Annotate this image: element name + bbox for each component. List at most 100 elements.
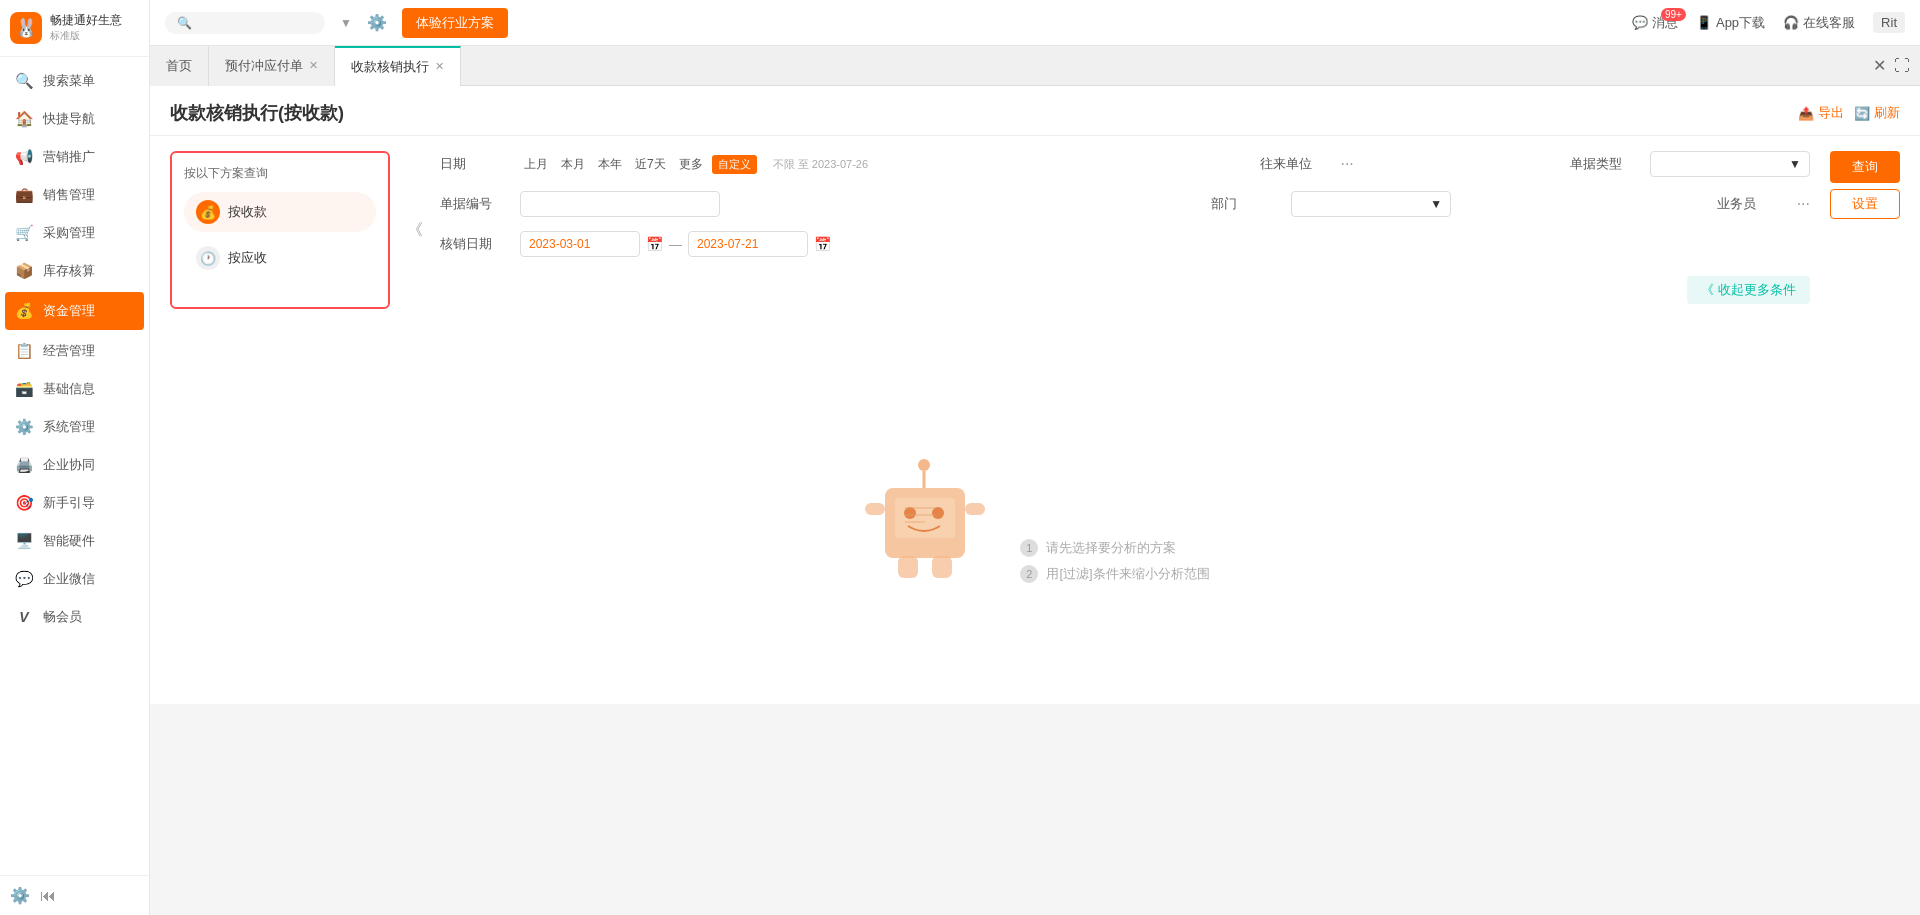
date-quick-btns: 上月 本月 本年 近7天 更多 自定义 [520, 154, 757, 175]
basic-icon: 🗃️ [15, 380, 33, 398]
tab-receipts[interactable]: 收款核销执行 ✕ [335, 46, 461, 86]
finance-icon: 💰 [15, 302, 33, 320]
marketing-icon: 📢 [15, 148, 33, 166]
industry-solution-button[interactable]: 体验行业方案 [402, 8, 508, 38]
sidebar-item-hardware[interactable]: 🖥️ 智能硬件 [0, 522, 149, 560]
search-icon: 🔍 [177, 16, 192, 30]
sidebar-item-inventory[interactable]: 📦 库存核算 [0, 252, 149, 290]
sidebar-label-search: 搜索菜单 [43, 72, 95, 90]
filter-area: 按以下方案查询 💰 按收款 🕐 按应收 《 日期 [150, 136, 1920, 324]
date-quick-this-year[interactable]: 本年 [594, 154, 626, 175]
counterparty-more-icon[interactable]: ··· [1340, 155, 1353, 173]
cooperation-icon: 🖨️ [15, 456, 33, 474]
writeoff-end-calendar-icon[interactable]: 📅 [814, 236, 831, 252]
filter-option-by-receipt[interactable]: 💰 按收款 [184, 192, 376, 232]
collapse-chevron-icon: 《 [1701, 281, 1714, 299]
settings-icon[interactable]: ⚙️ [10, 886, 30, 905]
date-quick-7days[interactable]: 近7天 [631, 154, 670, 175]
voucher-type-label: 单据类型 [1570, 155, 1630, 173]
system-icon: ⚙️ [15, 418, 33, 436]
writeoff-end-input[interactable] [688, 231, 808, 257]
filter-option-by-receivable-label: 按应收 [228, 249, 267, 267]
empty-content: 1 请先选择要分析的方案 2 用[过滤]条件来缩小分析范围 [860, 438, 1209, 591]
sidebar-item-system[interactable]: ⚙️ 系统管理 [0, 408, 149, 446]
query-button[interactable]: 查询 [1830, 151, 1900, 183]
salesperson-more-icon[interactable]: ··· [1797, 195, 1810, 213]
message-icon: 💬 [1632, 15, 1648, 30]
sidebar-menu: 🔍 搜索菜单 🏠 快捷导航 📢 营销推广 💼 销售管理 🛒 采购管理 📦 库存核… [0, 57, 149, 875]
step-1-number: 1 [1020, 539, 1038, 557]
tabs-right-actions: ✕ ⛶ [1873, 56, 1920, 75]
date-custom-tag[interactable]: 自定义 [712, 155, 757, 174]
sidebar-item-operations[interactable]: 📋 经营管理 [0, 332, 149, 370]
tab-close-button[interactable]: ✕ [1873, 56, 1886, 75]
export-icon: 📤 [1798, 106, 1814, 121]
refresh-button[interactable]: 🔄 刷新 [1854, 104, 1900, 122]
tab-receipts-label: 收款核销执行 [351, 58, 429, 76]
sidebar-item-basic[interactable]: 🗃️ 基础信息 [0, 370, 149, 408]
date-label: 日期 [440, 155, 500, 173]
collapse-more: 《 收起更多条件 [440, 271, 1810, 309]
topbar: 🔍 ▼ ⚙️ 体验行业方案 💬 消息 99+ 📱 App下载 🎧 在线客服 Ri… [150, 0, 1920, 46]
refresh-label: 刷新 [1874, 104, 1900, 122]
date-quick-last-month[interactable]: 上月 [520, 154, 552, 175]
operations-icon: 📋 [15, 342, 33, 360]
voucher-type-select[interactable]: ▼ [1650, 151, 1810, 177]
sidebar-item-shortcut[interactable]: 🏠 快捷导航 [0, 100, 149, 138]
filter-sidebar-title: 按以下方案查询 [184, 165, 376, 182]
department-chevron-icon: ▼ [1430, 197, 1442, 211]
sidebar-label-cooperation: 企业协同 [43, 456, 95, 474]
sidebar-item-wechat[interactable]: 💬 企业微信 [0, 560, 149, 598]
sidebar-label-hardware: 智能硬件 [43, 532, 95, 550]
sidebar-item-finance[interactable]: 💰 资金管理 [5, 292, 144, 330]
topbar-online-service[interactable]: 🎧 在线客服 [1783, 14, 1855, 32]
tab-expand-button[interactable]: ⛶ [1894, 57, 1910, 75]
writeoff-start-input[interactable] [520, 231, 640, 257]
svg-point-3 [932, 507, 944, 519]
topbar-gear-icon[interactable]: ⚙️ [367, 13, 387, 32]
writeoff-start-calendar-icon[interactable]: 📅 [646, 236, 663, 252]
sidebar-item-marketing[interactable]: 📢 营销推广 [0, 138, 149, 176]
filter-settings-button[interactable]: 设置 [1830, 189, 1900, 219]
filter-collapse-button[interactable]: 《 [405, 151, 425, 309]
topbar-user[interactable]: Rit [1873, 12, 1905, 33]
sidebar-item-search[interactable]: 🔍 搜索菜单 [0, 62, 149, 100]
tab-receipts-close-icon[interactable]: ✕ [435, 60, 444, 73]
sidebar-item-sales[interactable]: 💼 销售管理 [0, 176, 149, 214]
sidebar-label-wechat: 企业微信 [43, 570, 95, 588]
filter-option-by-receivable[interactable]: 🕐 按应收 [184, 238, 376, 278]
export-label: 导出 [1818, 104, 1844, 122]
content-area: 收款核销执行(按收款) 📤 导出 🔄 刷新 按以下方案查询 💰 按收款 [150, 86, 1920, 915]
collapse-more-button[interactable]: 《 收起更多条件 [1687, 276, 1810, 304]
robot-svg [860, 438, 990, 588]
sidebar-item-member[interactable]: V 畅会员 [0, 598, 149, 636]
department-select[interactable]: ▼ [1291, 191, 1451, 217]
filter-form-fields: 日期 上月 本月 本年 近7天 更多 自定义 [440, 151, 1810, 309]
sidebar-item-cooperation[interactable]: 🖨️ 企业协同 [0, 446, 149, 484]
message-badge: 99+ [1661, 8, 1686, 21]
voucher-no-input[interactable] [520, 191, 720, 217]
export-button[interactable]: 📤 导出 [1798, 104, 1844, 122]
collapse-icon[interactable]: ⏮ [40, 887, 56, 905]
home-icon: 🏠 [15, 110, 33, 128]
sidebar-logo: 🐰 畅捷通好生意 标准版 [0, 0, 149, 57]
topbar-app-download[interactable]: 📱 App下载 [1696, 14, 1765, 32]
topbar-message[interactable]: 💬 消息 99+ [1632, 14, 1678, 32]
page-actions: 📤 导出 🔄 刷新 [1798, 104, 1900, 122]
topbar-chevron-icon[interactable]: ▼ [340, 16, 352, 30]
sidebar-item-guide[interactable]: 🎯 新手引导 [0, 484, 149, 522]
receipt-option-icon: 💰 [196, 200, 220, 224]
date-quick-this-month[interactable]: 本月 [557, 154, 589, 175]
date-quick-more[interactable]: 更多 [675, 154, 707, 175]
empty-step-1: 1 请先选择要分析的方案 [1020, 539, 1209, 557]
sidebar-label-marketing: 营销推广 [43, 148, 95, 166]
sidebar-label-system: 系统管理 [43, 418, 95, 436]
refresh-icon: 🔄 [1854, 106, 1870, 121]
tab-home[interactable]: 首页 [150, 46, 209, 86]
filter-row-1: 日期 上月 本月 本年 近7天 更多 自定义 [440, 151, 1810, 177]
sidebar-item-purchase[interactable]: 🛒 采购管理 [0, 214, 149, 252]
tab-prepay[interactable]: 预付冲应付单 ✕ [209, 46, 335, 86]
topbar-search[interactable]: 🔍 [165, 12, 325, 34]
svg-rect-8 [898, 556, 918, 578]
tab-prepay-close-icon[interactable]: ✕ [309, 59, 318, 72]
